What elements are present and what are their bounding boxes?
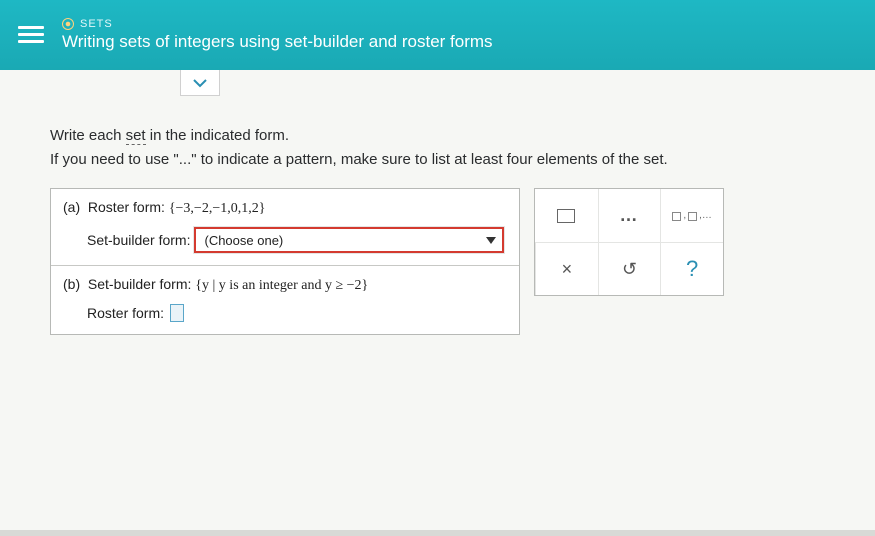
part-a-marker: (a) [63,199,80,215]
tool-help-button[interactable]: ? [660,242,723,295]
question-box: (a) Roster form: {−3,−2,−1,0,1,2} Set-bu… [50,188,520,335]
instructions: Write each set in the indicated form. If… [0,82,875,188]
part-b-label: Set-builder form: [88,276,191,292]
glossary-term-set[interactable]: set [126,127,146,145]
roster-answer-slot[interactable] [170,304,184,322]
set-builder-dropdown[interactable]: (Choose one) [194,227,504,253]
part-b-sublabel: Roster form: [87,305,164,321]
empty-set-icon [557,209,575,223]
expand-toggle[interactable] [180,70,220,96]
menu-icon[interactable] [18,26,44,44]
part-a-sublabel: Set-builder form: [87,232,190,248]
category-label: SETS [80,18,113,30]
reset-icon: ↺ [622,259,637,280]
tool-reset-button[interactable]: ↺ [598,242,661,295]
header-texts: SETS Writing sets of integers using set-… [62,18,493,52]
category-row: SETS [62,18,493,30]
caret-down-icon [486,237,496,244]
content-panel: Write each set in the indicated form. If… [0,70,875,530]
part-a-top: (a) Roster form: {−3,−2,−1,0,1,2} [63,199,507,217]
main-row: (a) Roster form: {−3,−2,−1,0,1,2} Set-bu… [0,188,875,335]
part-a-value: {−3,−2,−1,0,1,2} [169,201,266,216]
multi-empty-icon: ,,… [672,210,712,221]
gear-icon [62,18,74,30]
input-toolbox: … ,,… × ↺ ? [534,188,724,296]
close-icon: × [562,259,573,280]
help-icon: ? [686,256,698,282]
chevron-down-icon [193,78,207,88]
instruction-line-1: Write each set in the indicated form. [50,124,825,148]
part-b-value: {y | y is an integer and y ≥ −2} [195,278,368,293]
tool-ellipsis-button[interactable]: … [598,189,661,242]
lesson-title: Writing sets of integers using set-build… [62,32,493,52]
part-b: (b) Set-builder form: {y | y is an integ… [51,266,519,334]
part-a: (a) Roster form: {−3,−2,−1,0,1,2} Set-bu… [51,189,519,266]
part-b-subline: Roster form: [63,304,507,322]
app-header: SETS Writing sets of integers using set-… [0,0,875,70]
part-b-top: (b) Set-builder form: {y | y is an integ… [63,276,507,294]
ellipsis-icon: … [619,205,639,226]
part-a-label: Roster form: [88,199,165,215]
part-b-marker: (b) [63,276,80,292]
instruction-line-2: If you need to use "..." to indicate a p… [50,148,825,172]
part-a-subline: Set-builder form: (Choose one) [63,227,507,253]
dropdown-placeholder: (Choose one) [204,233,283,248]
tool-clear-button[interactable]: × [535,242,598,295]
tool-empty-set-button[interactable] [535,189,598,242]
tool-multi-empty-button[interactable]: ,,… [660,189,723,242]
